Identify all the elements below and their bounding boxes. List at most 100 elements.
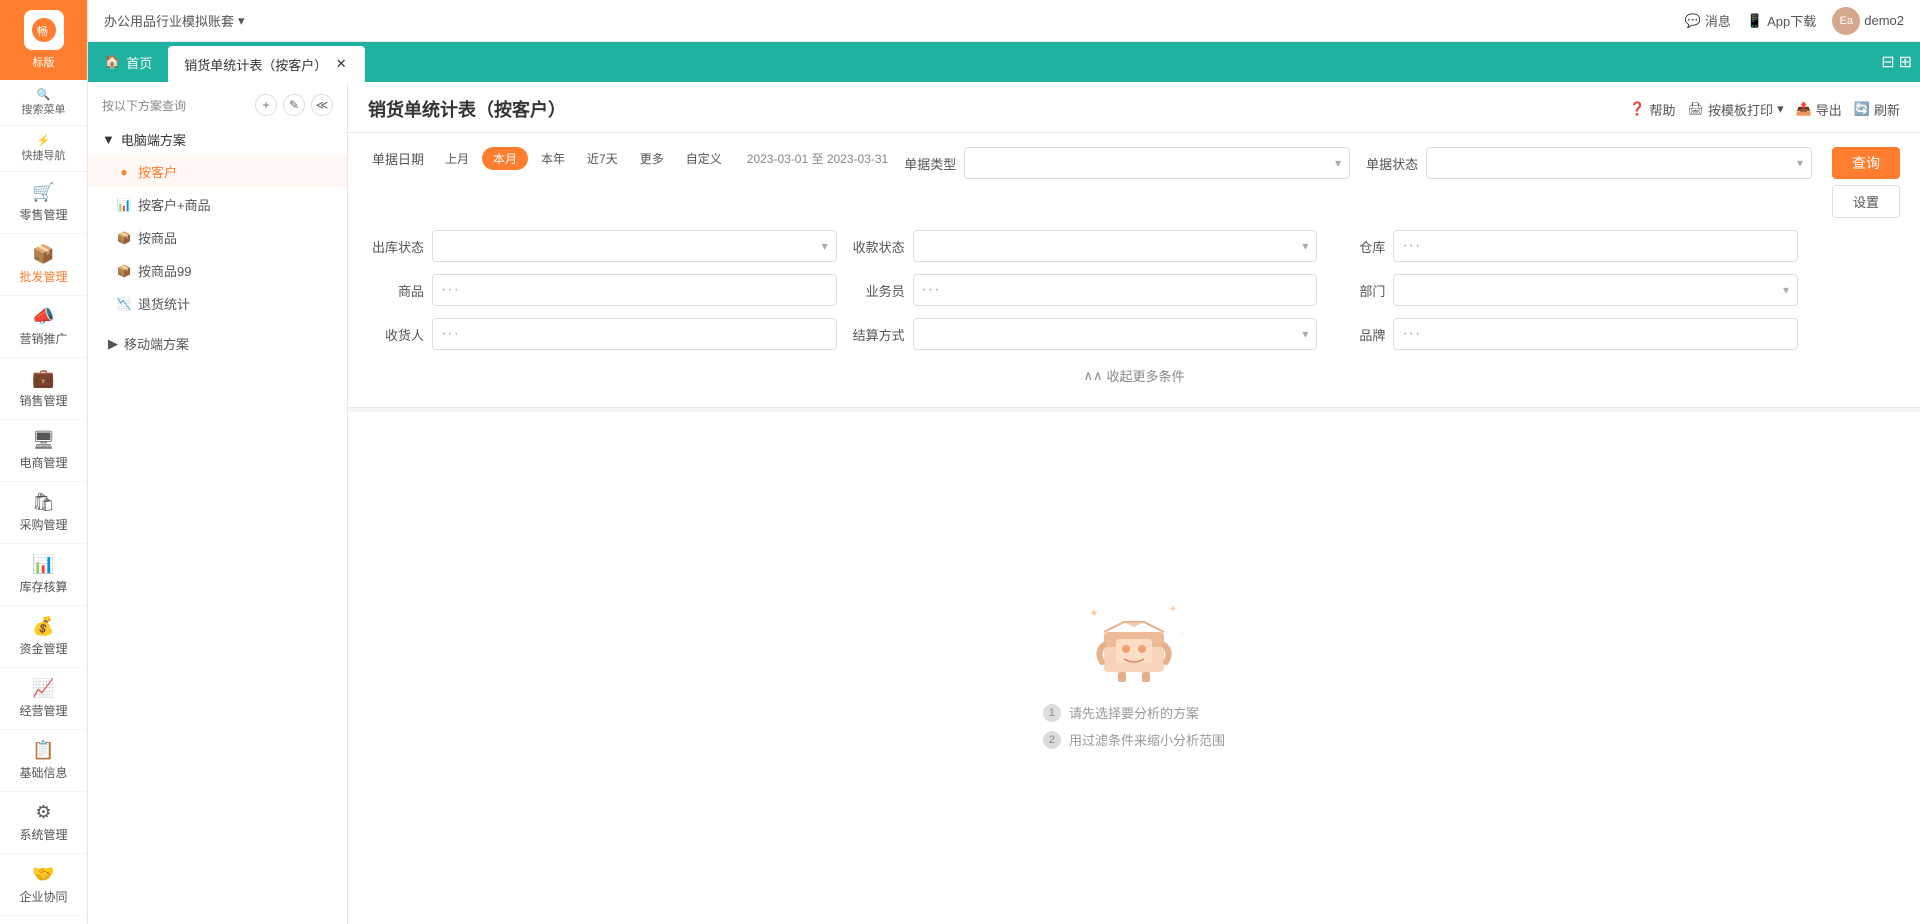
sidebar-item-system[interactable]: ⚙ 系统管理 [0, 792, 87, 854]
export-btn[interactable]: 📤 导出 [1796, 100, 1842, 119]
department-select[interactable]: ▾ [1393, 274, 1798, 306]
template-print-label: 按模板打印 [1708, 100, 1773, 119]
staff-input[interactable]: ··· [913, 274, 1318, 306]
custom-btn[interactable]: 自定义 [677, 147, 731, 170]
app-logo[interactable]: 畅 标版 [0, 0, 87, 80]
more-btn[interactable]: 更多 [631, 147, 673, 170]
minimize-btn[interactable]: ⊟ [1881, 52, 1894, 72]
main-area: 办公用品行业模拟账套 ▾ 💬 消息 📱 App下载 Ea demo2 🏠 首页 [88, 0, 1920, 924]
department-dropdown-icon: ▾ [1783, 283, 1789, 297]
tree-item-by-product[interactable]: 📦 按商品 [88, 221, 347, 254]
out-status-cell: 出库状态 ▾ [368, 230, 837, 262]
industry-selector[interactable]: 办公用品行业模拟账套 ▾ [104, 11, 245, 30]
product-label: 商品 [368, 281, 424, 300]
consignee-input[interactable]: ··· [432, 318, 837, 350]
sidebar-item-inventory-label: 库存核算 [19, 578, 67, 595]
hint-num-2: 2 [1043, 731, 1061, 749]
help-btn[interactable]: ❓ 帮助 [1629, 100, 1675, 119]
this-year-btn[interactable]: 本年 [532, 147, 574, 170]
mobile-section-header[interactable]: ▶ 移动端方案 [88, 328, 347, 359]
order-status-cell: 单据状态 ▾ [1362, 147, 1812, 179]
username: demo2 [1864, 13, 1904, 28]
empty-hints: 1 请先选择要分析的方案 2 用过滤条件来缩小分析范围 [1043, 703, 1225, 749]
export-icon: 📤 [1796, 101, 1812, 117]
sidebar-item-system-label: 系统管理 [19, 826, 67, 843]
date-quick-btns: 上月 本月 本年 近7天 更多 自定义 [436, 147, 731, 170]
tab-sales-stats[interactable]: 销货单统计表（按客户） ✕ [168, 46, 365, 82]
settings-btn[interactable]: 设置 [1832, 185, 1900, 218]
payment-status-select[interactable]: ▾ [913, 230, 1318, 262]
desktop-section-header[interactable]: ▼ 电脑端方案 [88, 124, 347, 155]
tab-close-btn[interactable]: ✕ [333, 56, 349, 72]
sidebar-item-purchase-label: 采购管理 [19, 516, 67, 533]
message-btn[interactable]: 💬 消息 [1685, 11, 1731, 30]
tab-home[interactable]: 🏠 首页 [88, 42, 168, 82]
search-menu[interactable]: 🔍 搜索菜单 [0, 80, 87, 126]
sidebar-item-purchase[interactable]: 🛍 采购管理 [0, 482, 87, 544]
user-menu[interactable]: Ea demo2 [1832, 7, 1904, 35]
tree-item-by-customer-product[interactable]: 📊 按客户+商品 [88, 188, 347, 221]
order-status-select[interactable]: ▾ [1426, 147, 1812, 179]
page-title: 销货单统计表（按客户） [368, 96, 566, 122]
consignee-dots: ··· [441, 325, 460, 343]
tree-item-by-product-99[interactable]: 📦 按商品99 [88, 254, 347, 287]
topbar-left: 办公用品行业模拟账套 ▾ [104, 11, 245, 30]
product-input[interactable]: ··· [432, 274, 837, 306]
brand-input[interactable]: ··· [1393, 318, 1798, 350]
brand-label: 品牌 [1329, 325, 1385, 344]
app-download-btn[interactable]: 📱 App下载 [1747, 11, 1816, 30]
edit-scheme-btn[interactable]: ✎ [283, 94, 305, 116]
warehouse-input[interactable]: ··· [1393, 230, 1798, 262]
sidebar-item-wholesale[interactable]: 📦 批发管理 [0, 234, 87, 296]
warehouse-label: 仓库 [1329, 237, 1385, 256]
out-status-label: 出库状态 [368, 237, 424, 256]
template-print-btn[interactable]: 🖨 按模板打印 ▾ [1688, 100, 1784, 119]
consignee-cell: 收货人 ··· [368, 318, 837, 350]
left-panel-title: 按以下方案查询 [102, 97, 186, 114]
hint-num-1: 1 [1043, 704, 1061, 722]
quick-nav[interactable]: ⚡ 快捷导航 [0, 126, 87, 172]
staff-dots: ··· [922, 281, 941, 299]
home-icon: 🏠 [104, 54, 120, 70]
product-icon: 📦 [116, 230, 132, 246]
last-month-btn[interactable]: 上月 [436, 147, 478, 170]
this-month-btn[interactable]: 本月 [482, 147, 528, 170]
mobile-collapse-icon: ▶ [108, 336, 118, 352]
payment-method-select[interactable]: ▾ [913, 318, 1318, 350]
left-panel: 按以下方案查询 + ✎ ≪ ▼ 电脑端方案 ● 按客户 📊 [88, 82, 348, 924]
page-actions: ❓ 帮助 🖨 按模板打印 ▾ 📤 导出 🔄 刷新 [1629, 100, 1900, 119]
page-header: 销货单统计表（按客户） ❓ 帮助 🖨 按模板打印 ▾ 📤 导出 [348, 82, 1920, 133]
product-cell: 商品 ··· [368, 274, 837, 306]
maximize-btn[interactable]: ⊞ [1899, 52, 1912, 72]
tree-item-return-stats[interactable]: 📉 退货统计 [88, 287, 347, 320]
order-type-select[interactable]: ▾ [964, 147, 1350, 179]
department-label: 部门 [1329, 281, 1385, 300]
sidebar-item-sales[interactable]: 💼 销售管理 [0, 358, 87, 420]
sidebar-item-cooperation[interactable]: 🤝 企业协同 [0, 854, 87, 916]
out-status-select[interactable]: ▾ [432, 230, 837, 262]
refresh-btn[interactable]: 🔄 刷新 [1854, 100, 1900, 119]
sidebar-item-newbie[interactable]: 🎯 新手引导 [0, 916, 87, 924]
sidebar-item-marketing[interactable]: 📣 营销推广 [0, 296, 87, 358]
query-btn[interactable]: 查询 [1832, 147, 1900, 179]
tree-item-by-product-99-label: 按商品99 [138, 261, 191, 280]
payment-status-dropdown-icon: ▾ [1302, 239, 1308, 253]
customer-icon: ● [116, 164, 132, 180]
industry-label: 办公用品行业模拟账套 [104, 11, 234, 30]
sidebar-item-retail[interactable]: 🛒 零售管理 [0, 172, 87, 234]
add-scheme-btn[interactable]: + [255, 94, 277, 116]
sidebar-item-inventory[interactable]: 📊 库存核算 [0, 544, 87, 606]
last-7days-btn[interactable]: 近7天 [578, 147, 627, 170]
payment-method-cell: 结算方式 ▾ [849, 318, 1318, 350]
sidebar-item-basic[interactable]: 📋 基础信息 [0, 730, 87, 792]
sidebar-item-finance[interactable]: 💰 资金管理 [0, 606, 87, 668]
sidebar-item-operations[interactable]: 📈 经营管理 [0, 668, 87, 730]
sidebar-item-sales-label: 销售管理 [19, 392, 67, 409]
tree-item-by-customer[interactable]: ● 按客户 [88, 155, 347, 188]
collapse-panel-btn[interactable]: ≪ [311, 94, 333, 116]
product-99-icon: 📦 [116, 263, 132, 279]
retail-icon: 🛒 [32, 182, 54, 203]
sidebar-item-ecommerce[interactable]: 🖥 电商管理 [0, 420, 87, 482]
tab-sales-stats-label: 销货单统计表（按客户） [184, 55, 327, 74]
collapse-row[interactable]: ∧∧ 收起更多条件 [368, 358, 1900, 393]
